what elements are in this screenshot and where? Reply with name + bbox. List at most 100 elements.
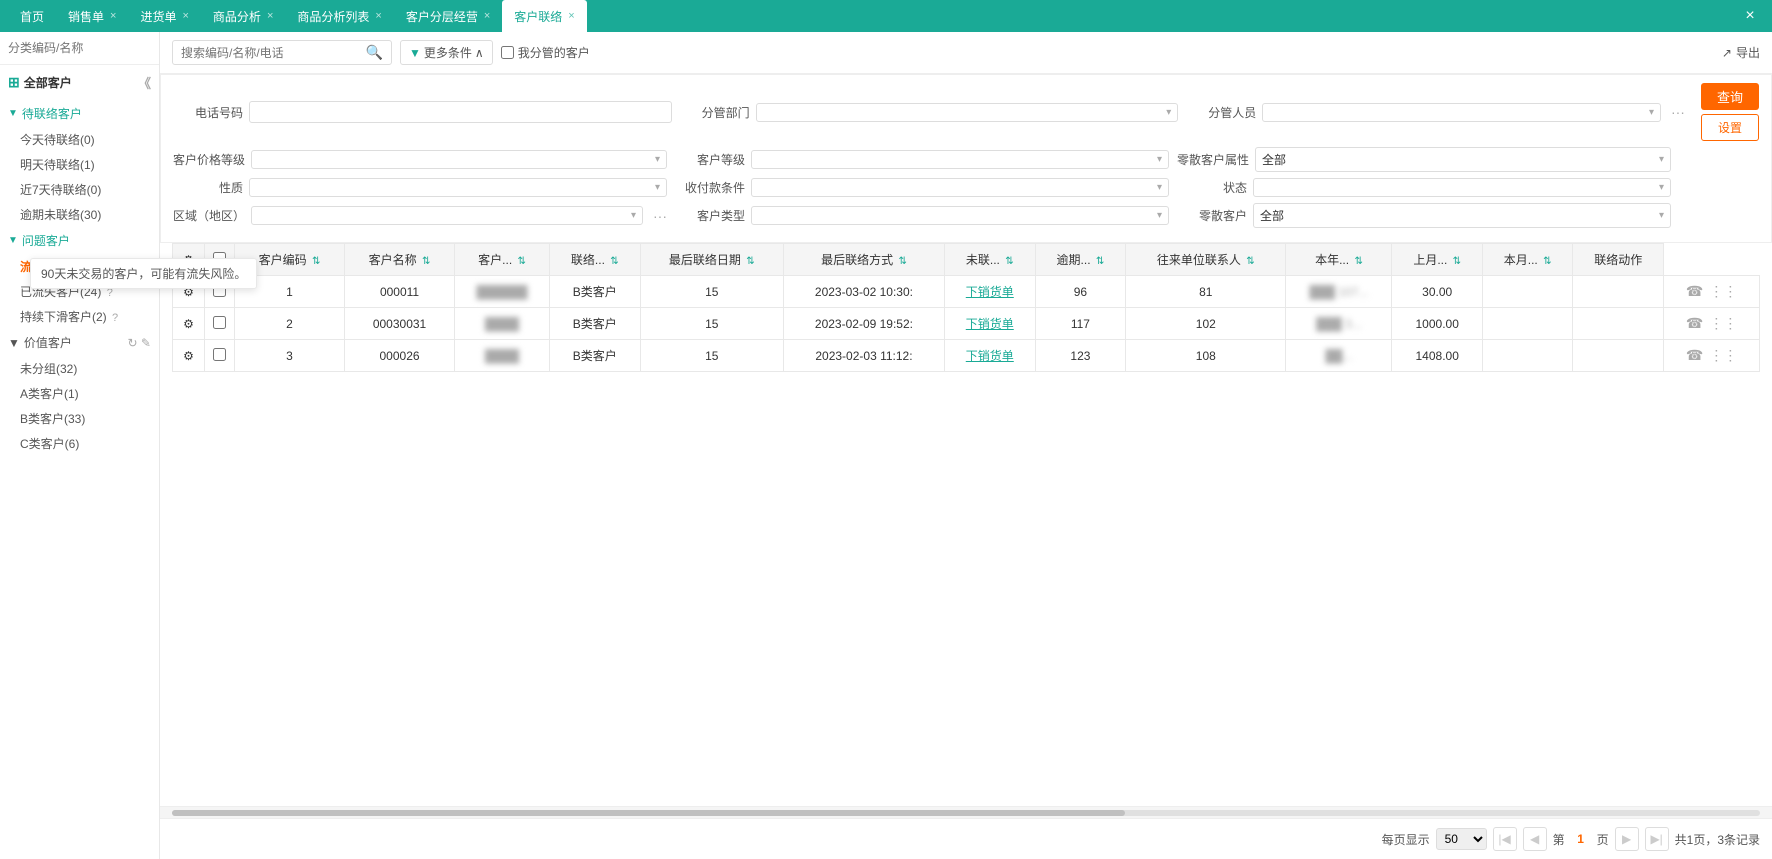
sidebar-item-class-c[interactable]: C类客户(6) xyxy=(0,431,159,456)
row-action: ☎ ⋮⋮ xyxy=(1664,308,1760,340)
action-contact-icon[interactable]: ☎ xyxy=(1686,283,1703,300)
table-row: ⚙ 1 000011 ██████ B类客户 15 2023-03-02 10:… xyxy=(173,276,1760,308)
filter-select-cust-type[interactable]: ▾ xyxy=(751,206,1169,225)
row-this-month xyxy=(1573,308,1664,340)
export-icon: ↗ xyxy=(1722,46,1732,60)
table-header-last-method[interactable]: 最后联络方式 ⇅ xyxy=(784,244,945,276)
close-icon[interactable]: × xyxy=(110,10,116,22)
table-header-name[interactable]: 客户名称 ⇅ xyxy=(345,244,455,276)
sidebar-item-ungrouped[interactable]: 未分组(32) xyxy=(0,356,159,381)
my-customers-checkbox[interactable]: 我分管的客户 xyxy=(501,44,590,61)
prev-page-button[interactable]: ◀ xyxy=(1523,827,1547,851)
filter-label-retail-cust: 零散客户 xyxy=(1177,207,1247,224)
row-checkbox[interactable] xyxy=(205,340,235,372)
nav-item-customer-layer[interactable]: 客户分层经营 × xyxy=(394,0,502,32)
sidebar-item-tomorrow[interactable]: 明天待联络(1) xyxy=(0,152,159,177)
row-this-month xyxy=(1573,340,1664,372)
action-contact-icon[interactable]: ☎ xyxy=(1686,315,1703,332)
table-header-type[interactable]: 客户... ⇅ xyxy=(455,244,550,276)
close-icon[interactable]: × xyxy=(484,10,490,22)
nav-item-home[interactable]: 首页 xyxy=(8,0,56,32)
row-code: 000011 xyxy=(345,276,455,308)
filter-select-retail-attr[interactable]: 全部 ▾ xyxy=(1255,147,1671,172)
search-input[interactable] xyxy=(181,46,366,60)
chevron-down-icon: ▾ xyxy=(1659,210,1664,221)
filter-input-phone[interactable] xyxy=(249,101,672,123)
first-page-button[interactable]: |◀ xyxy=(1493,827,1517,851)
sidebar-item-today[interactable]: 今天待联络(0) xyxy=(0,127,159,152)
filter-select-cust-level[interactable]: ▾ xyxy=(751,150,1169,169)
sidebar-search-input[interactable] xyxy=(8,41,160,55)
filter-select-manager[interactable]: ▾ xyxy=(1262,103,1661,122)
filter-select-nature[interactable]: ▾ xyxy=(249,178,667,197)
close-icon[interactable]: × xyxy=(568,10,574,22)
more-options-icon[interactable]: ··· xyxy=(1671,104,1685,120)
window-close-button[interactable]: × xyxy=(1736,2,1764,30)
sidebar-item-7days[interactable]: 近7天待联络(0) xyxy=(0,177,159,202)
table-header-action: 联络动作 xyxy=(1573,244,1664,276)
nav-item-purchase[interactable]: 进货单 × xyxy=(128,0,200,32)
sidebar-group-problem[interactable]: ▼ 问题客户 xyxy=(0,227,159,254)
row-last-method[interactable]: 下销货单 xyxy=(944,276,1035,308)
filter-select-retail-cust[interactable]: 全部 ▾ xyxy=(1253,203,1671,228)
action-contact-icon[interactable]: ☎ xyxy=(1686,347,1703,364)
export-button[interactable]: ↗ 导出 xyxy=(1722,44,1760,61)
nav-item-analysis-list[interactable]: 商品分析列表 × xyxy=(285,0,393,32)
per-page-select[interactable]: 50 20 100 xyxy=(1436,828,1487,850)
filter-select-region[interactable]: ▾ xyxy=(251,206,643,225)
nav-item-customer-contact[interactable]: 客户联络 × xyxy=(502,0,586,32)
table-header-last-date[interactable]: 最后联络日期 ⇅ xyxy=(640,244,784,276)
row-select-checkbox[interactable] xyxy=(213,348,226,361)
search-button[interactable]: 🔍 xyxy=(366,44,383,61)
collapse-icon[interactable]: 《 xyxy=(138,73,151,92)
filter-select-payment[interactable]: ▾ xyxy=(751,178,1169,197)
row-gear[interactable]: ⚙ xyxy=(173,340,205,372)
sidebar-group-value[interactable]: ▼ 价值客户 ↻ ✎ xyxy=(0,329,159,356)
filter-select-status[interactable]: ▾ xyxy=(1253,178,1671,197)
action-more-icon[interactable]: ⋮⋮ xyxy=(1709,283,1737,300)
row-code: 000026 xyxy=(345,340,455,372)
table-header-overdue[interactable]: 逾期... ⇅ xyxy=(1035,244,1125,276)
horizontal-scrollbar[interactable] xyxy=(160,806,1772,818)
settings-button[interactable]: 设置 xyxy=(1701,114,1759,141)
next-page-button[interactable]: ▶ xyxy=(1615,827,1639,851)
action-more-icon[interactable]: ⋮⋮ xyxy=(1709,347,1737,364)
last-page-button[interactable]: ▶| xyxy=(1645,827,1669,851)
sidebar-item-class-b[interactable]: B类客户(33) xyxy=(0,406,159,431)
row-select-checkbox[interactable] xyxy=(213,316,226,329)
row-last-date: 2023-02-09 19:52: xyxy=(784,308,945,340)
more-conditions-button[interactable]: ▼ 更多条件 ∧ xyxy=(400,40,493,65)
row-name: ██████ xyxy=(455,276,550,308)
table-header-this-month[interactable]: 本月... ⇅ xyxy=(1482,244,1572,276)
filter-select-dept[interactable]: ▾ xyxy=(756,103,1179,122)
close-icon[interactable]: × xyxy=(375,10,381,22)
nav-item-sales[interactable]: 销售单 × xyxy=(56,0,128,32)
nav-item-analysis[interactable]: 商品分析 × xyxy=(201,0,285,32)
filter-select-price-level[interactable]: ▾ xyxy=(251,150,667,169)
table-header-last-month[interactable]: 上月... ⇅ xyxy=(1392,244,1482,276)
table-header-this-year[interactable]: 本年... ⇅ xyxy=(1286,244,1392,276)
sidebar-item-class-a[interactable]: A类客户(1) xyxy=(0,381,159,406)
scrollbar-thumb[interactable] xyxy=(172,810,1125,816)
table-row: ⚙ 2 00030031 ████ B类客户 15 2023-02-09 19:… xyxy=(173,308,1760,340)
row-last-method[interactable]: 下销货单 xyxy=(944,308,1035,340)
action-more-icon[interactable]: ⋮⋮ xyxy=(1709,315,1737,332)
table-header-no-contact[interactable]: 未联... ⇅ xyxy=(944,244,1035,276)
filter-label-phone: 电话号码 xyxy=(173,104,243,121)
close-icon[interactable]: × xyxy=(267,10,273,22)
edit-icons[interactable]: ↻ ✎ xyxy=(128,336,151,350)
table-header-contact-num[interactable]: 联络... ⇅ xyxy=(550,244,640,276)
query-button[interactable]: 查询 xyxy=(1701,83,1759,110)
sidebar-all-customers[interactable]: ⊞ 全部客户 《 xyxy=(0,65,159,100)
row-last-method[interactable]: 下销货单 xyxy=(944,340,1035,372)
my-customers-check-input[interactable] xyxy=(501,46,514,59)
table-header-contact2[interactable]: 往来单位联系人 ⇅ xyxy=(1126,244,1286,276)
sidebar-item-overdue-contact[interactable]: 逾期未联络(30) xyxy=(0,202,159,227)
scrollbar-track[interactable] xyxy=(172,810,1760,816)
close-icon[interactable]: × xyxy=(182,10,188,22)
sidebar-group-pending[interactable]: ▼ 待联络客户 xyxy=(0,100,159,127)
row-checkbox[interactable] xyxy=(205,308,235,340)
sidebar-item-declining[interactable]: 持续下滑客户(2) ? xyxy=(0,304,159,329)
more-options-icon[interactable]: ··· xyxy=(653,208,667,224)
row-gear[interactable]: ⚙ xyxy=(173,308,205,340)
